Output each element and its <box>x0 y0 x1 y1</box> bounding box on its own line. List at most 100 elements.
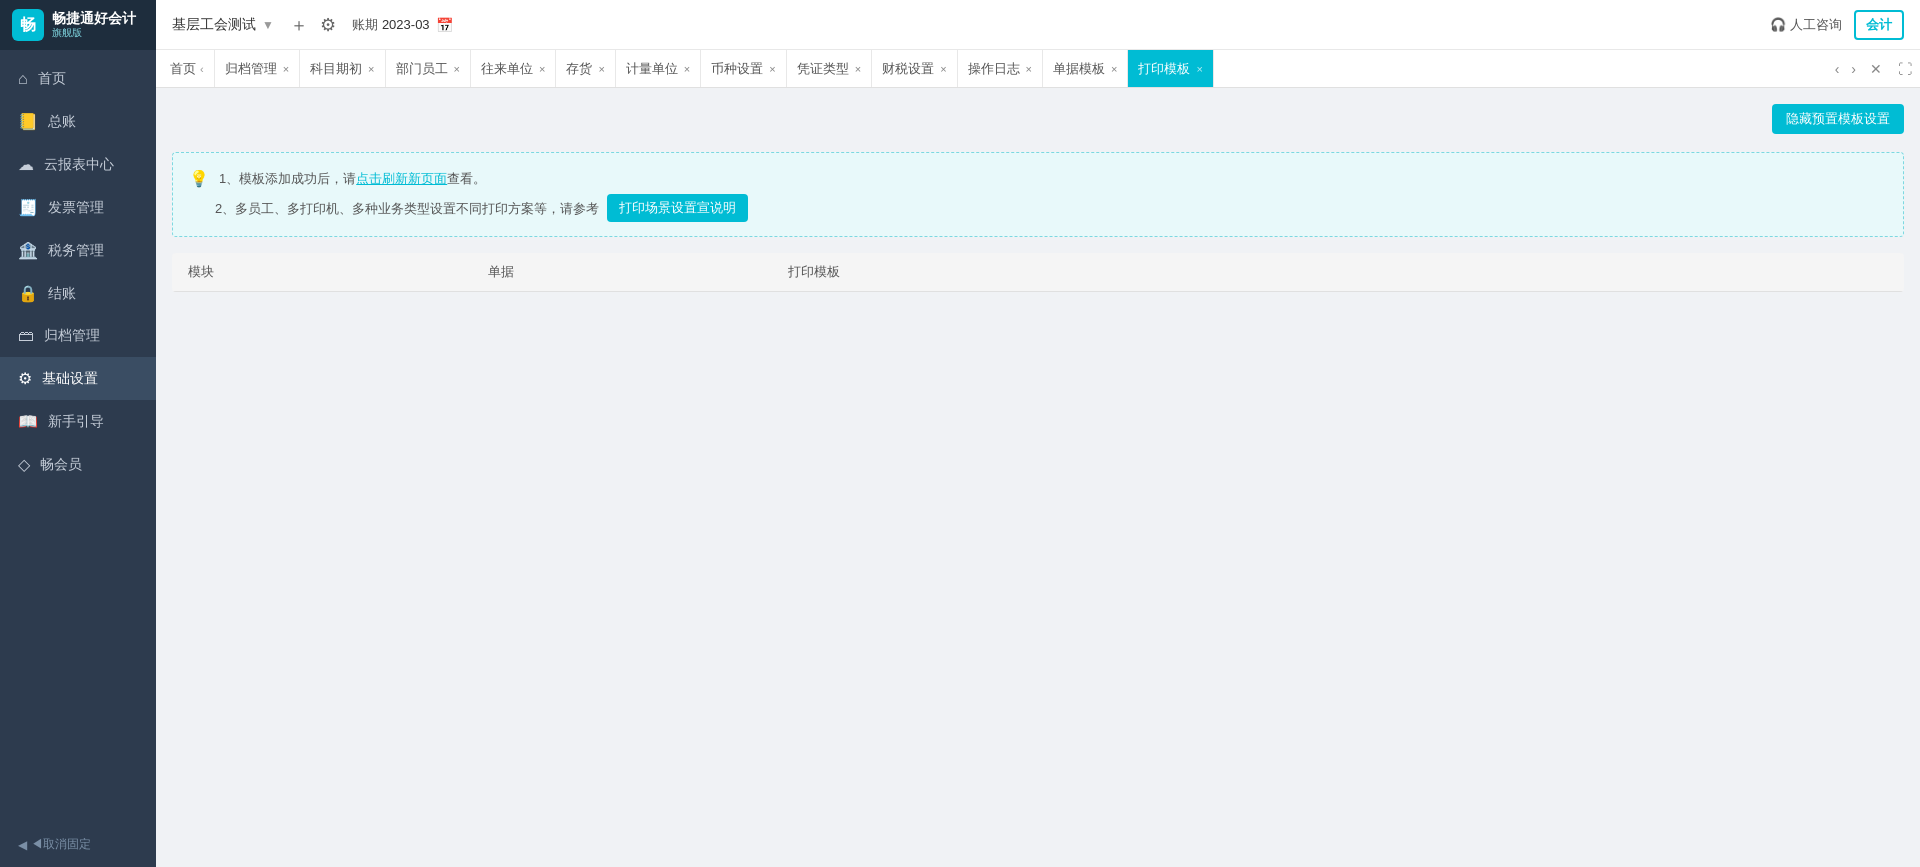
tab-label-subject: 科目期初 <box>310 60 362 78</box>
sidebar-item-label-home: 首页 <box>38 70 66 88</box>
sidebar-item-label-invoice: 发票管理 <box>48 199 104 217</box>
tab-oplog[interactable]: 操作日志× <box>958 50 1043 88</box>
tab-close-archive[interactable]: × <box>283 63 289 75</box>
tab-inventory[interactable]: 存货 × <box>556 50 615 88</box>
accounting-btn[interactable]: 会计 <box>1854 10 1904 40</box>
tab-label-taxsetting: 财税设置 <box>882 60 934 78</box>
sidebar-item-invoice[interactable]: 🧾 发票管理 <box>0 186 156 229</box>
add-tab-btn[interactable]: ＋ <box>290 13 308 37</box>
sidebar-item-label-ledger: 总账 <box>48 113 76 131</box>
member-icon: ◇ <box>18 455 30 474</box>
sidebar-item-ledger[interactable]: 📒 总账 <box>0 100 156 143</box>
sidebar: 畅 畅捷通好会计 旗舰版 ⌂ 首页 📒 总账 ☁ 云报表中心 🧾 发票管理 🏦税务管理🔒结账🗃归… <box>0 0 156 867</box>
tab-close-oplog[interactable]: × <box>1026 63 1032 75</box>
company-selector[interactable]: 基层工会测试 ▼ <box>172 16 274 34</box>
sidebar-nav: ⌂ 首页 📒 总账 ☁ 云报表中心 🧾 发票管理 🏦税务管理🔒结账🗃归档管理 ⚙ 基础设置 📖 新手引导… <box>0 50 156 822</box>
tab-close-voucher[interactable]: × <box>855 63 861 75</box>
home-icon: ⌂ <box>18 70 28 88</box>
tab-singleform[interactable]: 单据模板 × <box>1043 50 1128 88</box>
sidebar-item-home[interactable]: ⌂ 首页 <box>0 58 156 100</box>
tab-close-subject[interactable]: × <box>368 63 374 75</box>
notice-row1: 💡 1、模板添加成功后，请点击刷新新页面查看。 <box>189 167 1887 190</box>
tab-controls: ‹ › ✕ ⛶ <box>1829 50 1920 88</box>
table-header: 模块 单据 打印模板 <box>172 253 1904 292</box>
data-table: 模块 单据 打印模板 <box>172 253 1904 292</box>
tab-close-client[interactable]: × <box>539 63 545 75</box>
notice-refresh-link[interactable]: 点击刷新新页面 <box>356 171 447 186</box>
topbar-actions: ＋ ⚙ <box>290 13 336 37</box>
support-label: 人工咨询 <box>1790 16 1842 34</box>
sidebar-item-label-basic: 基础设置 <box>42 370 98 388</box>
tab-close-unit[interactable]: × <box>684 63 690 75</box>
tabbar: 首页‹归档管理×科目期初×部门员工×往来单位×存货×计量单位×币种设置×凭证类型… <box>156 50 1920 88</box>
tab-close-taxsetting[interactable]: × <box>940 63 946 75</box>
notice-line1-suffix: 查看。 <box>447 171 486 186</box>
topbar: 基层工会测试 ▼ ＋ ⚙ 账期 2023-03 📅 🎧 人工咨询 会计 <box>156 0 1920 50</box>
company-name: 基层工会测试 <box>172 16 256 34</box>
notice-line1-prefix: 1、模板添加成功后，请 <box>219 171 356 186</box>
tab-arrow-home: ‹ <box>200 63 204 75</box>
tab-close-currency[interactable]: × <box>769 63 775 75</box>
tab-label-currency: 币种设置 <box>711 60 763 78</box>
col-print-template: 打印模板 <box>772 263 1904 281</box>
notice-text1: 1、模板添加成功后，请点击刷新新页面查看。 <box>219 167 486 190</box>
tab-dept[interactable]: 部门员工× <box>386 50 471 88</box>
tab-voucher[interactable]: 凭证类型 × <box>787 50 872 88</box>
tab-close-inventory[interactable]: × <box>598 63 604 75</box>
sidebar-item-closing[interactable]: 🔒结账 <box>0 272 156 315</box>
sidebar-item-label-tax: 税务管理 <box>48 242 104 260</box>
print-scene-btn[interactable]: 打印场景设置宣说明 <box>607 194 748 222</box>
tab-close-singleform[interactable]: × <box>1111 63 1117 75</box>
logo-sub: 旗舰版 <box>52 26 136 40</box>
notice-box: 💡 1、模板添加成功后，请点击刷新新页面查看。 2、多员工、多打印机、多种业务类… <box>172 152 1904 237</box>
tab-home[interactable]: 首页‹ <box>160 50 215 88</box>
headset-icon: 🎧 <box>1770 17 1786 32</box>
sidebar-item-reports[interactable]: ☁ 云报表中心 <box>0 143 156 186</box>
tab-client[interactable]: 往来单位× <box>471 50 556 88</box>
tab-prev-btn[interactable]: ‹ <box>1829 50 1846 88</box>
sidebar-item-archive[interactable]: 🗃归档管理 <box>0 315 156 357</box>
sidebar-item-label-member: 畅会员 <box>40 456 82 474</box>
support-btn[interactable]: 🎧 人工咨询 <box>1770 16 1842 34</box>
tab-label-voucher: 凭证类型 <box>797 60 849 78</box>
tab-label-inventory: 存货 <box>566 60 592 78</box>
settings-btn[interactable]: ⚙ <box>320 14 336 36</box>
invoice-icon: 🧾 <box>18 198 38 217</box>
notice-line2-text: 2、多员工、多打印机、多种业务类型设置不同打印方案等，请参考 <box>215 197 599 220</box>
ledger-icon: 📒 <box>18 112 38 131</box>
archive-icon: 🗃 <box>18 327 34 345</box>
tab-close-printtemplate[interactable]: × <box>1196 63 1202 75</box>
tab-archive[interactable]: 归档管理× <box>215 50 300 88</box>
sidebar-logo: 畅 畅捷通好会计 旗舰版 <box>0 0 156 50</box>
main-area: 基层工会测试 ▼ ＋ ⚙ 账期 2023-03 📅 🎧 人工咨询 会计 首页‹归… <box>156 0 1920 867</box>
sidebar-item-member[interactable]: ◇ 畅会员 <box>0 443 156 486</box>
tab-close-dept[interactable]: × <box>454 63 460 75</box>
reports-icon: ☁ <box>18 155 34 174</box>
sidebar-item-label-guide: 新手引导 <box>48 413 104 431</box>
sidebar-item-guide[interactable]: 📖 新手引导 <box>0 400 156 443</box>
topbar-right: 🎧 人工咨询 会计 <box>1770 10 1904 40</box>
calendar-icon[interactable]: 📅 <box>436 17 453 33</box>
cancel-fixed-label: ◀︎取消固定 <box>31 836 91 853</box>
sidebar-item-basic[interactable]: ⚙ 基础设置 <box>0 357 156 400</box>
tab-printtemplate[interactable]: 打印模板× <box>1128 50 1213 88</box>
basic-icon: ⚙ <box>18 369 32 388</box>
sidebar-item-tax[interactable]: 🏦税务管理 <box>0 229 156 272</box>
guide-icon: 📖 <box>18 412 38 431</box>
tab-label-unit: 计量单位 <box>626 60 678 78</box>
tab-currency[interactable]: 币种设置 × <box>701 50 786 88</box>
tab-unit[interactable]: 计量单位 × <box>616 50 701 88</box>
period-label: 账期 <box>352 16 378 34</box>
cancel-fixed-btn[interactable]: ◀ ◀︎取消固定 <box>0 822 156 867</box>
tab-next-btn[interactable]: › <box>1845 50 1862 88</box>
tab-subject[interactable]: 科目期初 × <box>300 50 385 88</box>
tab-taxsetting[interactable]: 财税设置 × <box>872 50 957 88</box>
sidebar-item-label-reports: 云报表中心 <box>44 156 114 174</box>
page-content: 隐藏预置模板设置 💡 1、模板添加成功后，请点击刷新新页面查看。 2、多员工、多… <box>156 88 1920 867</box>
tab-label-singleform: 单据模板 <box>1053 60 1105 78</box>
hide-template-btn[interactable]: 隐藏预置模板设置 <box>1772 104 1904 134</box>
action-bar: 隐藏预置模板设置 <box>172 104 1904 144</box>
tab-close-all-btn[interactable]: ✕ <box>1862 50 1890 88</box>
col-document: 单据 <box>472 263 772 281</box>
tab-fullscreen-btn[interactable]: ⛶ <box>1890 50 1920 88</box>
